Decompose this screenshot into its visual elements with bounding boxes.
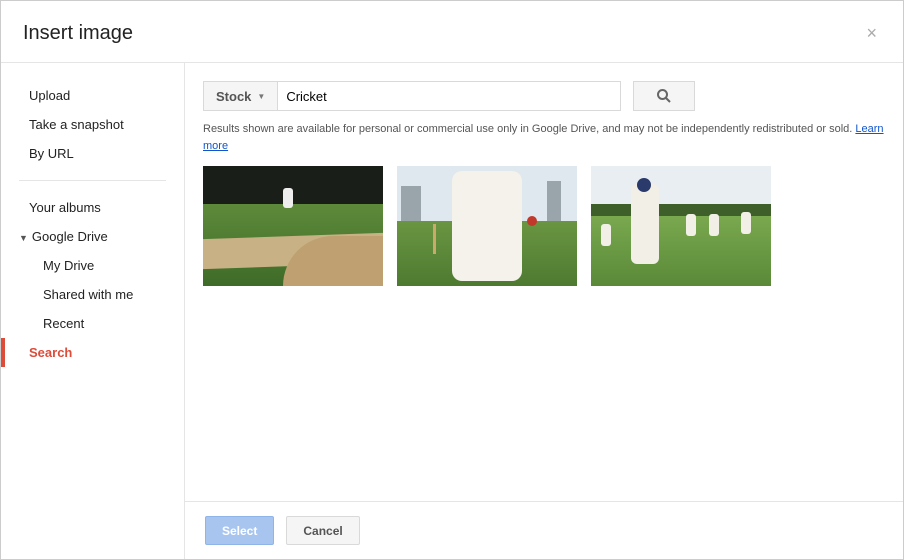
- cancel-button[interactable]: Cancel: [286, 516, 359, 545]
- sidebar-item-shared[interactable]: Shared with me: [1, 280, 184, 309]
- sidebar-item-drive[interactable]: ▼ Google Drive: [1, 222, 184, 251]
- sidebar-divider: [19, 180, 166, 181]
- sidebar-item-mydrive[interactable]: My Drive: [1, 251, 184, 280]
- sidebar-item-recent[interactable]: Recent: [1, 309, 184, 338]
- search-icon: [656, 88, 672, 104]
- sidebar: Upload Take a snapshot By URL Your album…: [1, 63, 185, 559]
- result-thumbnail[interactable]: [591, 166, 771, 286]
- sidebar-item-search[interactable]: Search: [1, 338, 184, 367]
- search-input-group: Stock ▼: [203, 81, 621, 111]
- close-icon: ×: [866, 23, 877, 43]
- result-thumbnail[interactable]: [203, 166, 383, 286]
- sidebar-item-upload[interactable]: Upload: [1, 81, 184, 110]
- dialog-title: Insert image: [23, 22, 133, 45]
- caret-down-icon: ▼: [19, 233, 28, 243]
- notice-text: Results shown are available for personal…: [203, 123, 855, 135]
- sidebar-item-snapshot[interactable]: Take a snapshot: [1, 110, 184, 139]
- dialog-header: Insert image ×: [1, 1, 903, 63]
- sidebar-drive-label: Google Drive: [32, 229, 108, 244]
- main-panel: Stock ▼ Results shown are available for …: [185, 63, 903, 559]
- insert-image-dialog: Insert image × Upload Take a snapshot By…: [0, 0, 904, 560]
- sidebar-item-albums[interactable]: Your albums: [1, 193, 184, 222]
- stock-dropdown[interactable]: Stock ▼: [203, 81, 277, 111]
- search-row: Stock ▼: [185, 63, 903, 121]
- select-button[interactable]: Select: [205, 516, 274, 545]
- spacer: [185, 286, 903, 501]
- search-input[interactable]: [277, 81, 621, 111]
- dialog-body: Upload Take a snapshot By URL Your album…: [1, 63, 903, 559]
- close-button[interactable]: ×: [862, 19, 881, 48]
- result-thumbnail[interactable]: [397, 166, 577, 286]
- search-button[interactable]: [633, 81, 695, 111]
- caret-down-icon: ▼: [257, 92, 265, 101]
- dialog-footer: Select Cancel: [185, 501, 903, 559]
- stock-label: Stock: [216, 89, 251, 104]
- results-grid: [185, 166, 903, 286]
- sidebar-item-byurl[interactable]: By URL: [1, 139, 184, 168]
- results-notice: Results shown are available for personal…: [185, 121, 903, 166]
